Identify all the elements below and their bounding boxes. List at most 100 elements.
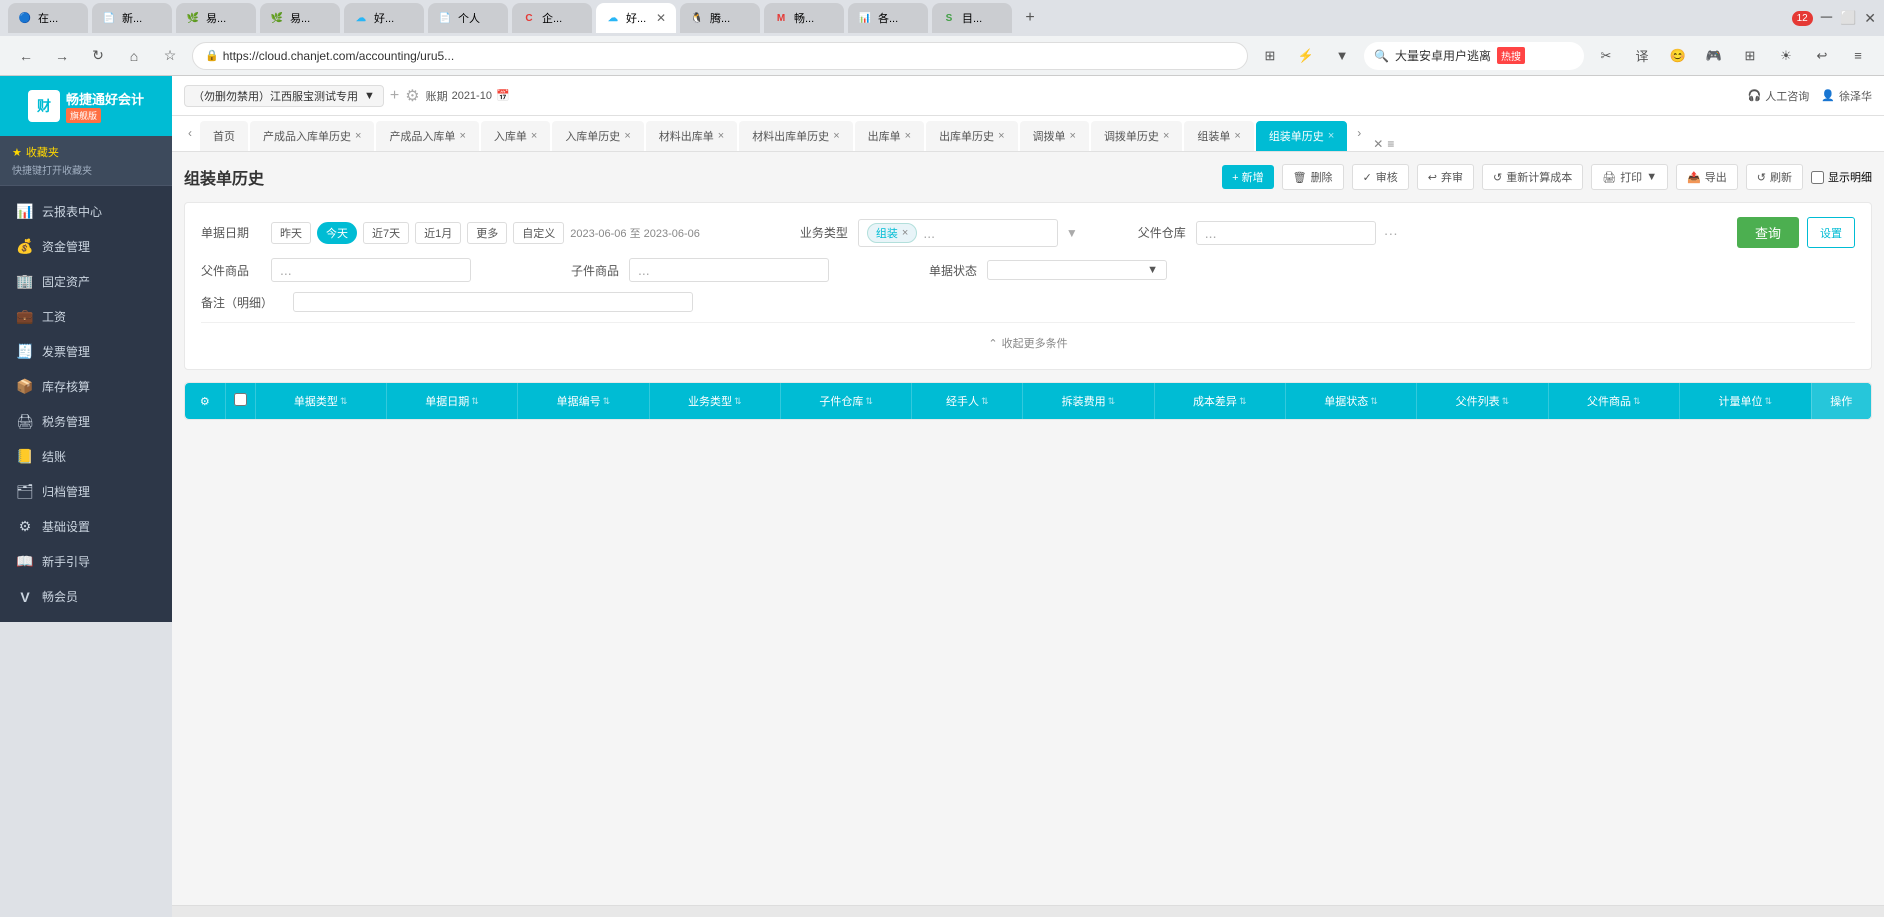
browser-tab-3[interactable]: 🌿 易...: [176, 3, 256, 33]
tab-finished-in-close[interactable]: ×: [459, 130, 465, 142]
recalculate-button[interactable]: ↺ 重新计算成本: [1482, 164, 1583, 190]
browser-tab-11[interactable]: 📊 各...: [848, 3, 928, 33]
th-bill-type[interactable]: 单据类型 ⇅: [255, 383, 386, 419]
browser-tab-10[interactable]: M 畅...: [764, 3, 844, 33]
browser-tab-6[interactable]: 📄 个人: [428, 3, 508, 33]
sidebar-item-tax[interactable]: 🖨 税务管理: [0, 404, 172, 439]
sidebar-item-inventory[interactable]: 📦 库存核算: [0, 369, 172, 404]
tab-nav-right[interactable]: ›: [1349, 116, 1369, 151]
emoji-icon[interactable]: 😊: [1664, 42, 1692, 70]
tab-close-8[interactable]: ✕: [656, 11, 666, 25]
scissors-icon[interactable]: ✂: [1592, 42, 1620, 70]
user-info[interactable]: 👤 徐泽华: [1821, 88, 1872, 104]
page-tab-transfer-history[interactable]: 调拨单历史 ×: [1091, 121, 1182, 151]
page-tab-out-history[interactable]: 出库单历史 ×: [926, 121, 1017, 151]
page-tab-finished-in-history[interactable]: 产成品入库单历史 ×: [250, 121, 374, 151]
new-tab-button[interactable]: +: [1016, 4, 1044, 32]
sidebar-item-settings[interactable]: ⚙ 基础设置: [0, 509, 172, 544]
business-type-more-btn[interactable]: ...: [923, 225, 935, 241]
more-date-btn[interactable]: 更多: [467, 222, 507, 244]
tab-material-out-history-close[interactable]: ×: [833, 130, 839, 142]
th-settings[interactable]: ⚙: [185, 383, 225, 419]
page-tab-assembly[interactable]: 组装单 ×: [1184, 121, 1253, 151]
topbar-settings-icon[interactable]: ⚙: [405, 86, 419, 106]
th-cost-diff[interactable]: 成本差异 ⇅: [1154, 383, 1285, 419]
parent-warehouse-more-icon[interactable]: ···: [1384, 225, 1398, 241]
page-tab-material-out-history[interactable]: 材料出库单历史 ×: [739, 121, 852, 151]
browser-tab-5[interactable]: ☁ 好...: [344, 3, 424, 33]
sidebar-item-guide[interactable]: 📖 新手引导: [0, 544, 172, 579]
audit-button[interactable]: ✓ 审核: [1352, 164, 1409, 190]
sidebar-item-payroll[interactable]: 💼 工资: [0, 299, 172, 334]
topbar-plus-icon[interactable]: +: [390, 87, 399, 105]
show-detail-checkbox-label[interactable]: 显示明细: [1811, 169, 1872, 185]
sidebar-item-invoice[interactable]: 🧾 发票管理: [0, 334, 172, 369]
home-button[interactable]: ⌂: [120, 42, 148, 70]
select-all-checkbox[interactable]: [234, 393, 247, 406]
bill-status-dropdown[interactable]: ▼: [987, 260, 1167, 280]
lightning-icon[interactable]: ⚡: [1292, 42, 1320, 70]
print-button[interactable]: 🖨 打印 ▼: [1591, 164, 1668, 190]
tab-out-close[interactable]: ×: [905, 130, 911, 142]
parent-goods-input[interactable]: ...: [271, 258, 471, 282]
search-bar[interactable]: 🔍 大量安卓用户逃离 热搜: [1364, 42, 1584, 70]
th-bill-date[interactable]: 单据日期 ⇅: [386, 383, 517, 419]
refresh-button-action[interactable]: ↺ 刷新: [1746, 164, 1803, 190]
th-bill-no[interactable]: 单据编号 ⇅: [518, 383, 649, 419]
parent-goods-more[interactable]: ...: [280, 262, 292, 278]
page-tab-assembly-history[interactable]: 组装单历史 ×: [1256, 121, 1347, 151]
tab-nav-left[interactable]: ‹: [180, 116, 200, 151]
bookmark-button[interactable]: ☆: [156, 42, 184, 70]
business-type-tag-close[interactable]: ×: [902, 227, 908, 239]
sidebar-item-member[interactable]: V 畅会员: [0, 579, 172, 614]
tab-transfer-history-close[interactable]: ×: [1163, 130, 1169, 142]
game-icon[interactable]: 🎮: [1700, 42, 1728, 70]
remark-input[interactable]: [293, 292, 693, 312]
tab-out-history-close[interactable]: ×: [998, 130, 1004, 142]
browser-tab-4[interactable]: 🌿 易...: [260, 3, 340, 33]
th-parent-goods[interactable]: 父件商品 ⇅: [1548, 383, 1679, 419]
back-button[interactable]: ←: [12, 42, 40, 70]
calendar-icon[interactable]: 📅: [496, 89, 510, 102]
sidebar-item-archive[interactable]: 🗂 归档管理: [0, 474, 172, 509]
close-icon[interactable]: ✕: [1864, 10, 1876, 27]
collapse-button[interactable]: ⌃ 收起更多条件: [201, 331, 1855, 355]
grid-icon[interactable]: ⊞: [1736, 42, 1764, 70]
maximize-icon[interactable]: ⬜: [1840, 10, 1856, 26]
page-tab-finished-in[interactable]: 产成品入库单 ×: [376, 121, 478, 151]
business-type-dropdown-arrow[interactable]: ▼: [1066, 226, 1078, 240]
tab-material-out-close[interactable]: ×: [718, 130, 724, 142]
tab-menu-icon[interactable]: ≡: [1387, 137, 1394, 151]
dropdown-icon[interactable]: ▼: [1328, 42, 1356, 70]
show-detail-checkbox[interactable]: [1811, 171, 1824, 184]
yesterday-btn[interactable]: 昨天: [271, 222, 311, 244]
settings-button[interactable]: 设置: [1807, 217, 1855, 248]
browser-tab-9[interactable]: 🐧 腾...: [680, 3, 760, 33]
th-handler[interactable]: 经手人 ⇅: [912, 383, 1023, 419]
undo-icon[interactable]: ↩: [1808, 42, 1836, 70]
forward-button[interactable]: →: [48, 42, 76, 70]
tab-finished-in-history-close[interactable]: ×: [355, 130, 361, 142]
th-child-warehouse[interactable]: 子件仓库 ⇅: [780, 383, 911, 419]
th-disassembly-fee[interactable]: 拆装费用 ⇅: [1023, 383, 1154, 419]
child-goods-input[interactable]: ...: [629, 258, 829, 282]
sidebar-item-fund[interactable]: 💰 资金管理: [0, 229, 172, 264]
horizontal-scrollbar[interactable]: [172, 905, 1884, 917]
page-tab-out[interactable]: 出库单 ×: [855, 121, 924, 151]
child-goods-more[interactable]: ...: [638, 262, 650, 278]
page-tab-transfer[interactable]: 调拨单 ×: [1020, 121, 1089, 151]
th-bill-status[interactable]: 单据状态 ⇅: [1285, 383, 1416, 419]
browser-tab-2[interactable]: 📄 新...: [92, 3, 172, 33]
add-button[interactable]: + 新增: [1222, 165, 1273, 189]
tab-in-history-close[interactable]: ×: [624, 130, 630, 142]
browser-tab-1[interactable]: 🔵 在...: [8, 3, 88, 33]
refresh-button[interactable]: ↻: [84, 42, 112, 70]
tab-transfer-close[interactable]: ×: [1070, 130, 1076, 142]
export-button[interactable]: 📤 导出: [1676, 164, 1738, 190]
th-parent-list[interactable]: 父件列表 ⇅: [1417, 383, 1548, 419]
parent-warehouse-more[interactable]: ...: [1205, 225, 1217, 241]
business-type-input[interactable]: 组装 × ...: [858, 219, 1058, 247]
qr-icon[interactable]: ⊞: [1256, 42, 1284, 70]
sun-icon[interactable]: ☀: [1772, 42, 1800, 70]
th-business-type[interactable]: 业务类型 ⇅: [649, 383, 780, 419]
